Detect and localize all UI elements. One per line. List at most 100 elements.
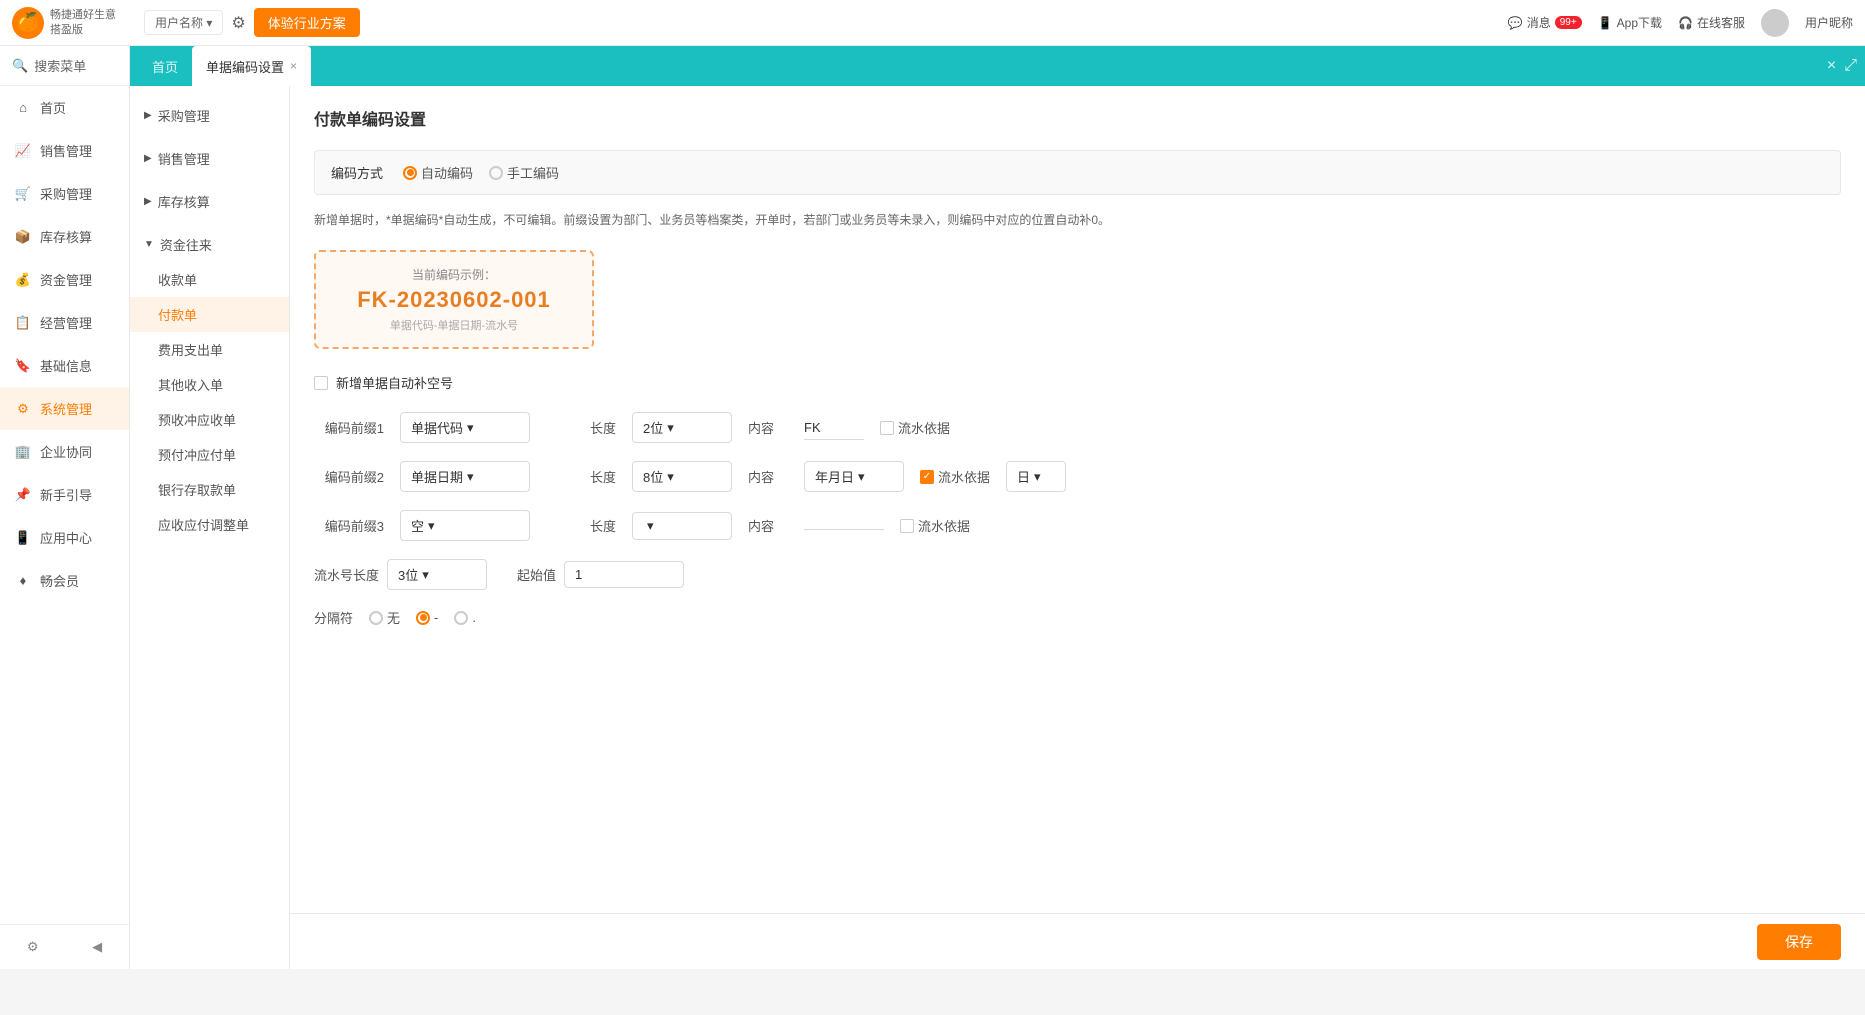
- sidebar-item-finance[interactable]: 💰 资金管理: [0, 258, 129, 301]
- auto-fill-checkbox[interactable]: [314, 376, 328, 390]
- sidebar-item-home[interactable]: ⌂ 首页: [0, 86, 129, 129]
- user-name-display: 用户昵称: [1805, 14, 1853, 31]
- save-button[interactable]: 保存: [1757, 924, 1841, 960]
- bottom-bar: 保存: [290, 913, 1865, 969]
- sidebar-item-basic[interactable]: 🔖 基础信息: [0, 344, 129, 387]
- prefix2-stream-unit-select[interactable]: 日 ▾: [1006, 461, 1066, 492]
- manual-code-radio[interactable]: 手工编码: [489, 163, 559, 182]
- finance-icon: 💰: [14, 271, 32, 289]
- submenu-group-stock-title[interactable]: ▶ 库存核算: [130, 184, 289, 219]
- start-value-label: 起始值: [517, 565, 556, 584]
- online-service-label: 在线客服: [1697, 14, 1745, 31]
- sidebar-collapse-btn[interactable]: ◀: [84, 935, 110, 959]
- user-avatar[interactable]: [1761, 9, 1789, 37]
- sidebar-item-sales[interactable]: 📈 销售管理: [0, 129, 129, 172]
- chevron-right-icon: ▶: [144, 196, 152, 207]
- radio-group-encoding: 自动编码 手工编码: [403, 163, 559, 182]
- message-label: 消息: [1527, 14, 1551, 31]
- sidebar-item-warehouse[interactable]: 📦 库存核算: [0, 215, 129, 258]
- sidebar-item-label: 新手引导: [40, 485, 92, 504]
- start-value-item: 起始值: [517, 561, 684, 588]
- prefix2-stream-checkbox[interactable]: ✓ 流水依据: [920, 467, 990, 486]
- app-download-icon: 📱: [1598, 16, 1613, 30]
- prefix2-content-label: 内容: [748, 467, 788, 486]
- app-icon: 📱: [14, 529, 32, 547]
- message-btn[interactable]: 💬 消息 99+: [1508, 14, 1582, 31]
- tab-encoding[interactable]: 单据编码设置 ×: [192, 46, 311, 86]
- submenu-item-other-income[interactable]: 其他收入单: [130, 367, 289, 402]
- submenu-item-receipt[interactable]: 收款单: [130, 262, 289, 297]
- chevron-down-icon: ▼: [144, 239, 154, 250]
- prefix3-stream-cb: [900, 519, 914, 533]
- topbar: 🍊 畅捷通好生意 搭盈版 用户名称 ▾ ⚙ 体验行业方案 💬 消息 99+ 📱 …: [0, 0, 1865, 46]
- sidebar-nav: ⌂ 首页 📈 销售管理 🛒 采购管理 📦 库存核算 💰 资金管理 📋 经营管理 …: [0, 86, 129, 924]
- preview-value: FK-20230602-001: [340, 287, 568, 313]
- sep-dash-label: -: [434, 610, 438, 625]
- sep-none-radio: [369, 611, 383, 625]
- prefix3-select[interactable]: 空 ▾: [400, 510, 530, 541]
- prefix2-stream-cb: ✓: [920, 470, 934, 484]
- sep-dot-option[interactable]: .: [454, 610, 476, 625]
- auto-code-radio[interactable]: 自动编码: [403, 163, 473, 182]
- submenu-group-purchase-title[interactable]: ▶ 采购管理: [130, 98, 289, 133]
- sidebar-item-system[interactable]: ⚙ 系统管理: [0, 387, 129, 430]
- sidebar-settings-btn[interactable]: ⚙: [19, 935, 47, 959]
- tab-home[interactable]: 首页: [138, 46, 192, 86]
- home-icon: ⌂: [14, 99, 32, 117]
- prefix3-select-value: 空: [411, 516, 424, 535]
- prefix2-content-select[interactable]: 年月日 ▾: [804, 461, 904, 492]
- sidebar-search[interactable]: 🔍 搜索菜单: [0, 46, 129, 86]
- submenu-item-prepay-recv[interactable]: 预收冲应收单: [130, 402, 289, 437]
- tab-maximize-btn[interactable]: ⤢: [1844, 57, 1857, 75]
- submenu-item-prepay-pay[interactable]: 预付冲应付单: [130, 437, 289, 472]
- tab-close-all-btn[interactable]: ×: [1827, 57, 1836, 75]
- topbar-middle: 用户名称 ▾ ⚙ 体验行业方案: [144, 8, 360, 37]
- sidebar-item-member[interactable]: ♦ 畅会员: [0, 559, 129, 602]
- app-download-btn[interactable]: 📱 App下载: [1598, 14, 1662, 31]
- prefix3-chevron-icon: ▾: [428, 518, 435, 534]
- app-download-label: App下载: [1617, 14, 1662, 31]
- submenu-item-payment[interactable]: 付款单: [130, 297, 289, 332]
- sidebar-item-purchase[interactable]: 🛒 采购管理: [0, 172, 129, 215]
- prefix2-select[interactable]: 单据日期 ▾: [400, 461, 530, 492]
- sidebar-item-corp[interactable]: 🏢 企业协同: [0, 430, 129, 473]
- serial-length-value: 3位: [398, 565, 418, 584]
- prefix1-row: 编码前缀1 单据代码 ▾ 长度 2位 ▾ 内容 FK 流水依据: [314, 412, 1841, 443]
- prefix1-select[interactable]: 单据代码 ▾: [400, 412, 530, 443]
- start-value-input[interactable]: [564, 561, 684, 588]
- tab-close-btn[interactable]: ×: [290, 59, 297, 73]
- prefix2-length-select[interactable]: 8位 ▾: [632, 461, 732, 492]
- settings-icon[interactable]: ⚙: [231, 13, 245, 33]
- sidebar-item-label: 库存核算: [40, 227, 92, 246]
- submenu-group-funds-title[interactable]: ▼ 资金往来: [130, 227, 289, 262]
- submenu-group-purchase-label: 采购管理: [158, 106, 210, 125]
- sidebar-item-management[interactable]: 📋 经营管理: [0, 301, 129, 344]
- submenu-item-expense[interactable]: 费用支出单: [130, 332, 289, 367]
- tabbar: 首页 单据编码设置 × × ⤢: [130, 46, 1865, 86]
- sidebar-item-app[interactable]: 📱 应用中心: [0, 516, 129, 559]
- submenu-item-bank[interactable]: 银行存取款单: [130, 472, 289, 507]
- submenu-group-stock: ▶ 库存核算: [130, 180, 289, 223]
- prefix3-stream-label: 流水依据: [918, 516, 970, 535]
- prefix2-unit-chevron-icon: ▾: [1034, 469, 1041, 485]
- prefix3-length-select[interactable]: ▾: [632, 512, 732, 540]
- prefix1-stream-checkbox[interactable]: 流水依据: [880, 418, 950, 437]
- sep-dot-radio: [454, 611, 468, 625]
- submenu-group-purchase: ▶ 采购管理: [130, 94, 289, 137]
- content-area: ▶ 采购管理 ▶ 销售管理 ▶ 库存核算 ▼ 资金往来: [130, 86, 1865, 969]
- prefix3-stream-checkbox[interactable]: 流水依据: [900, 516, 970, 535]
- member-icon: ♦: [14, 572, 32, 590]
- submenu-group-sales-title[interactable]: ▶ 销售管理: [130, 141, 289, 176]
- prefix1-length-select[interactable]: 2位 ▾: [632, 412, 732, 443]
- prefix1-length-chevron-icon: ▾: [667, 420, 674, 436]
- submenu-item-adjustments[interactable]: 应收应付调整单: [130, 507, 289, 542]
- sep-dash-option[interactable]: -: [416, 610, 438, 625]
- serial-length-select[interactable]: 3位 ▾: [387, 559, 487, 590]
- trial-btn[interactable]: 体验行业方案: [254, 8, 360, 37]
- sidebar-item-guide[interactable]: 📌 新手引导: [0, 473, 129, 516]
- sidebar-item-label: 销售管理: [40, 141, 92, 160]
- auto-code-radio-dot: [403, 166, 417, 180]
- online-service-btn[interactable]: 🎧 在线客服: [1678, 14, 1745, 31]
- sep-none-option[interactable]: 无: [369, 608, 400, 627]
- topbar-user-btn[interactable]: 用户名称 ▾: [144, 10, 223, 35]
